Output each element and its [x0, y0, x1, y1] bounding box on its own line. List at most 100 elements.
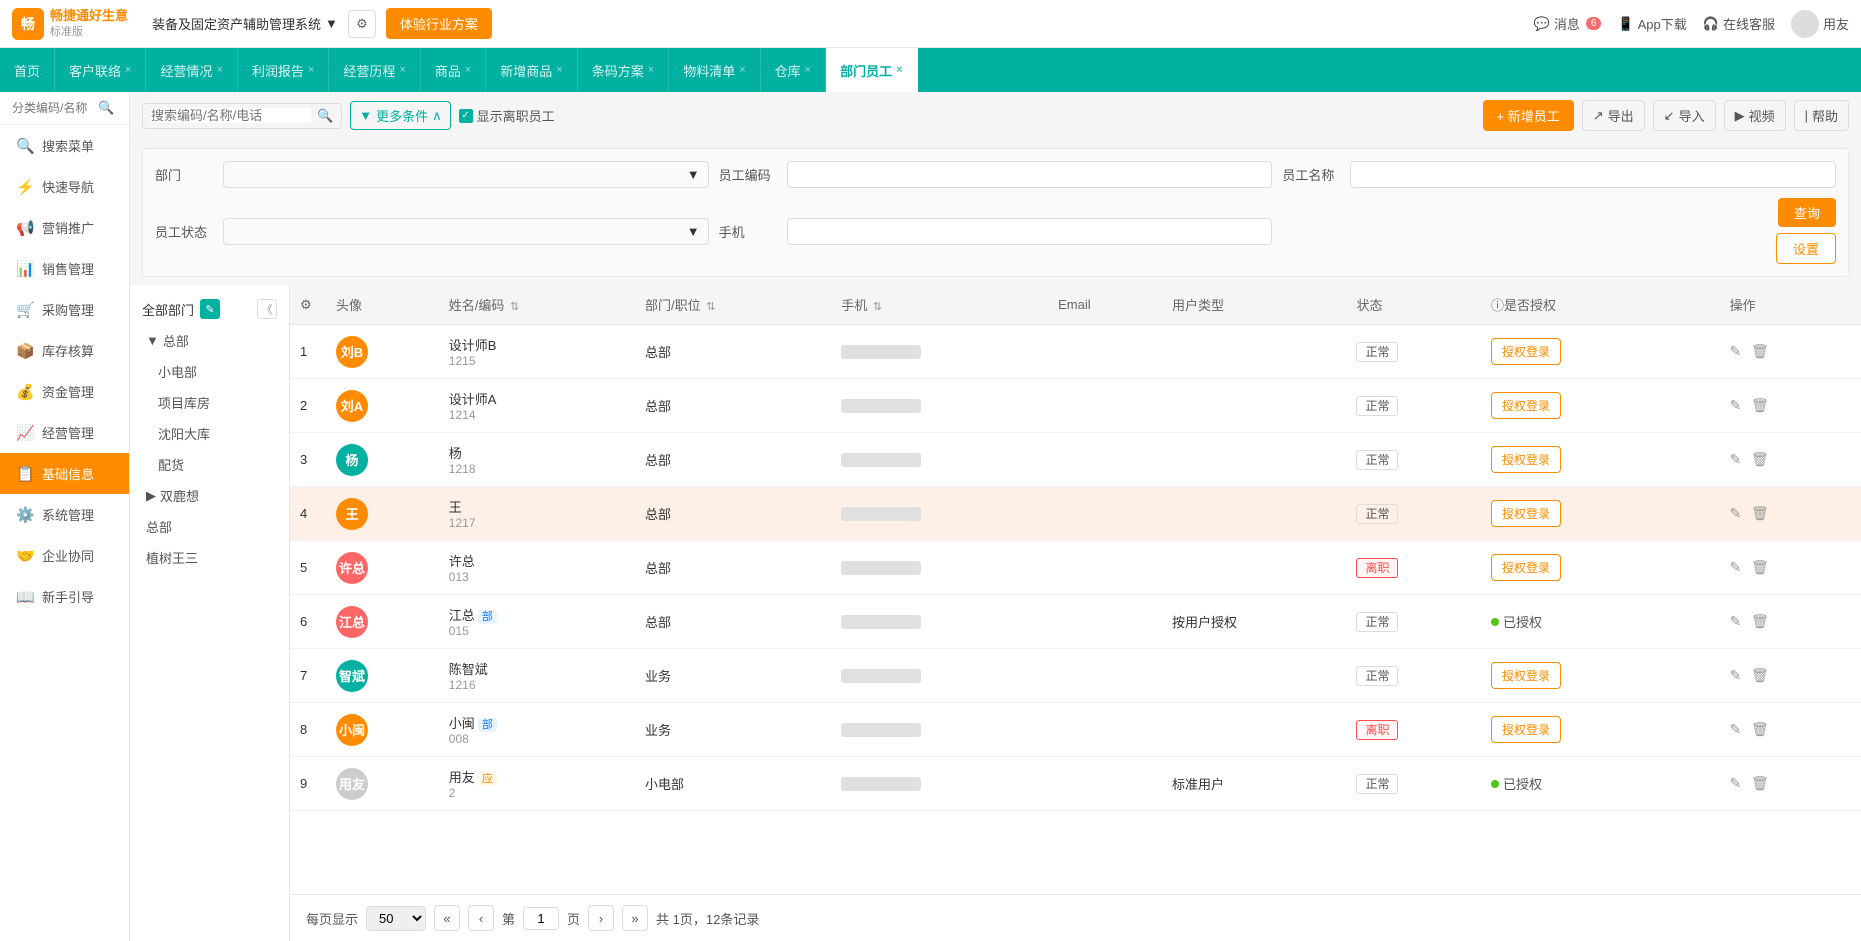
dept-edit-button[interactable]: ✎	[200, 299, 220, 319]
sidebar-item-quicknav[interactable]: ⚡ 快速导航	[0, 166, 129, 207]
dept-tree-item-zongbu[interactable]: 总部	[130, 511, 289, 542]
delete-icon[interactable]: 🗑	[1751, 721, 1769, 737]
sidebar-item-basic[interactable]: 📋 基础信息	[0, 453, 129, 494]
sidebar-item-purchase[interactable]: 🛒 采购管理	[0, 289, 129, 330]
first-page-button[interactable]: «	[434, 905, 460, 931]
auth-login-button[interactable]: 授权登录	[1491, 716, 1561, 743]
close-icon[interactable]: ×	[308, 64, 314, 76]
tab-goods[interactable]: 商品 ×	[421, 48, 486, 92]
settings-button[interactable]: ⚙	[348, 10, 376, 38]
last-page-button[interactable]: »	[622, 905, 648, 931]
tab-barcode[interactable]: 条码方案 ×	[578, 48, 669, 92]
sys-title-dropdown[interactable]: 装备及固定资产辅助管理系统 ▼	[152, 14, 338, 33]
prev-page-button[interactable]: ‹	[468, 905, 494, 931]
more-filter-button[interactable]: ▼ 更多条件 ∧	[350, 101, 450, 130]
user-area[interactable]: 用友	[1791, 10, 1849, 38]
dept-tree-item-shuangluxiang[interactable]: ▶ 双鹿想	[130, 480, 289, 511]
delete-icon[interactable]: 🗑	[1751, 559, 1769, 575]
delete-icon[interactable]: 🗑	[1751, 343, 1769, 359]
tab-profit[interactable]: 利润报告 ×	[238, 48, 329, 92]
trial-button[interactable]: 体验行业方案	[386, 8, 492, 39]
more-button[interactable]: | 帮助	[1794, 100, 1849, 131]
auth-login-button[interactable]: 授权登录	[1491, 500, 1561, 527]
close-icon[interactable]: ×	[399, 64, 405, 76]
edit-icon[interactable]: ✎	[1730, 559, 1742, 575]
close-icon[interactable]: ×	[896, 64, 902, 76]
dept-tree-item-project[interactable]: 项目库房	[130, 387, 289, 418]
import-button[interactable]: ↙ 导入	[1653, 100, 1716, 131]
delete-icon[interactable]: 🗑	[1751, 775, 1769, 791]
query-button[interactable]: 查询	[1778, 198, 1836, 227]
online-service-button[interactable]: 🎧 在线客服	[1703, 14, 1775, 33]
edit-icon[interactable]: ✎	[1730, 343, 1742, 359]
sidebar-item-system[interactable]: ⚙️ 系统管理	[0, 494, 129, 535]
edit-icon[interactable]: ✎	[1730, 775, 1742, 791]
tab-bom[interactable]: 物料清单 ×	[669, 48, 760, 92]
close-icon[interactable]: ×	[805, 64, 811, 76]
search-input[interactable]	[151, 108, 311, 123]
search-wrap[interactable]: 🔍	[142, 103, 342, 129]
col-setting[interactable]: ⚙	[290, 285, 326, 325]
delete-icon[interactable]: 🗑	[1751, 397, 1769, 413]
tab-customer[interactable]: 客户联络 ×	[55, 48, 146, 92]
edit-icon[interactable]: ✎	[1730, 721, 1742, 737]
tab-addgoods[interactable]: 新增商品 ×	[486, 48, 577, 92]
add-staff-button[interactable]: + 新增员工	[1483, 100, 1574, 131]
tab-history[interactable]: 经营历程 ×	[329, 48, 420, 92]
page-number-input[interactable]	[523, 907, 559, 930]
sidebar-item-operations[interactable]: 📈 经营管理	[0, 412, 129, 453]
edit-icon[interactable]: ✎	[1730, 613, 1742, 629]
col-name[interactable]: 姓名/编码 ⇅	[439, 285, 635, 325]
auth-login-button[interactable]: 授权登录	[1491, 392, 1561, 419]
tab-department[interactable]: 部门员工 ×	[826, 48, 917, 92]
auth-login-button[interactable]: 授权登录	[1491, 338, 1561, 365]
view-button[interactable]: ▶ 视频	[1724, 100, 1786, 131]
empname-input[interactable]	[1350, 161, 1836, 188]
next-page-button[interactable]: ›	[588, 905, 614, 931]
close-icon[interactable]: ×	[125, 64, 131, 76]
sidebar-item-guide[interactable]: 📖 新手引导	[0, 576, 129, 617]
col-phone[interactable]: 手机 ⇅	[831, 285, 1048, 325]
delete-icon[interactable]: 🗑	[1751, 667, 1769, 683]
sidebar-item-finance[interactable]: 💰 资金管理	[0, 371, 129, 412]
reset-button[interactable]: 设置	[1776, 233, 1836, 264]
phone-input[interactable]	[787, 218, 1273, 245]
close-icon[interactable]: ×	[556, 64, 562, 76]
dept-tree-item-peihuo[interactable]: 配货	[130, 449, 289, 480]
tab-operation[interactable]: 经营情况 ×	[146, 48, 237, 92]
close-icon[interactable]: ×	[465, 64, 471, 76]
sidebar-search-area[interactable]: 🔍	[0, 92, 129, 125]
delete-icon[interactable]: 🗑	[1751, 613, 1769, 629]
close-icon[interactable]: ×	[216, 64, 222, 76]
auth-login-button[interactable]: 授权登录	[1491, 662, 1561, 689]
edit-icon[interactable]: ✎	[1730, 667, 1742, 683]
sidebar-item-collab[interactable]: 🤝 企业协同	[0, 535, 129, 576]
sidebar-item-inventory[interactable]: 📦 库存核算	[0, 330, 129, 371]
close-icon[interactable]: ×	[739, 64, 745, 76]
edit-icon[interactable]: ✎	[1730, 397, 1742, 413]
edit-icon[interactable]: ✎	[1730, 505, 1742, 521]
message-button[interactable]: 💬 消息 6	[1534, 14, 1602, 33]
empcode-input[interactable]	[787, 161, 1273, 188]
tab-warehouse[interactable]: 仓库 ×	[761, 48, 826, 92]
export-button[interactable]: ↗ 导出	[1582, 100, 1645, 131]
show-resigned-checkbox[interactable]: ✓ 显示离职员工	[459, 106, 555, 125]
auth-login-button[interactable]: 授权登录	[1491, 446, 1561, 473]
sidebar-item-search[interactable]: 🔍 搜索菜单	[0, 125, 129, 166]
tab-home[interactable]: 首页	[0, 48, 55, 92]
dept-tree-root[interactable]: ▼ 总部	[130, 325, 289, 356]
edit-icon[interactable]: ✎	[1730, 451, 1742, 467]
auth-login-button[interactable]: 授权登录	[1491, 554, 1561, 581]
col-dept[interactable]: 部门/职位 ⇅	[635, 285, 831, 325]
app-download-button[interactable]: 📱 App下载	[1617, 14, 1686, 33]
empstatus-select[interactable]: ▼	[223, 218, 709, 245]
dept-tree-item-shenyang[interactable]: 沈阳大库	[130, 418, 289, 449]
delete-icon[interactable]: 🗑	[1751, 505, 1769, 521]
sidebar-search-input[interactable]	[12, 101, 92, 115]
dept-tree-item-zhishu[interactable]: 植树王三	[130, 542, 289, 573]
delete-icon[interactable]: 🗑	[1751, 451, 1769, 467]
close-icon[interactable]: ×	[648, 64, 654, 76]
sidebar-item-sales[interactable]: 📊 销售管理	[0, 248, 129, 289]
dept-collapse-button[interactable]: 《	[257, 299, 277, 319]
page-size-select[interactable]: 50 20 100	[366, 906, 426, 931]
